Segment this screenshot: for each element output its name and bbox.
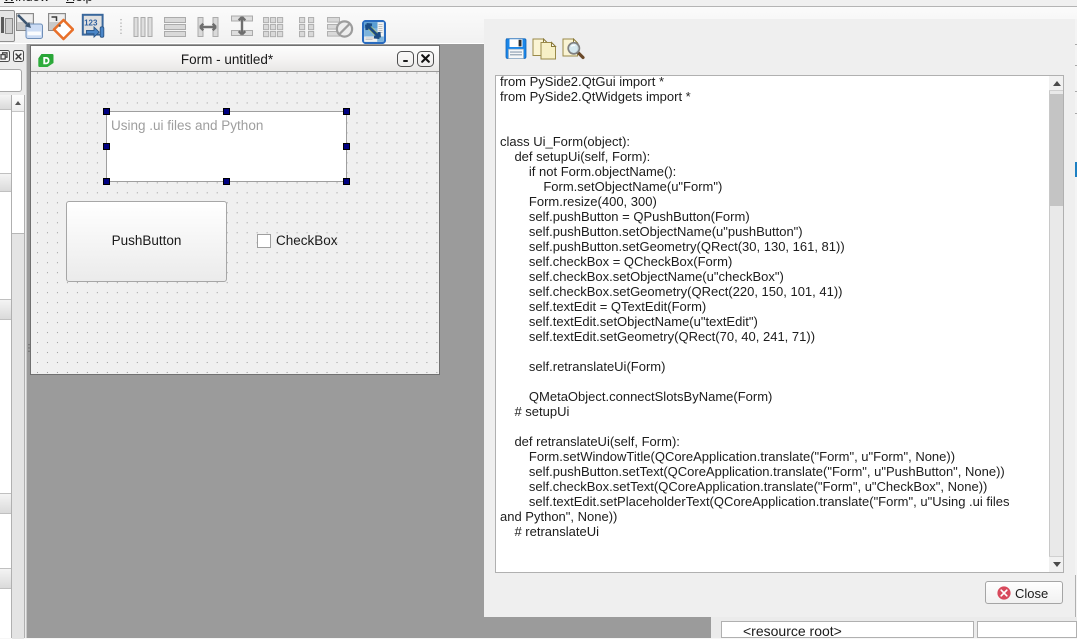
- svg-text:123: 123: [84, 19, 98, 28]
